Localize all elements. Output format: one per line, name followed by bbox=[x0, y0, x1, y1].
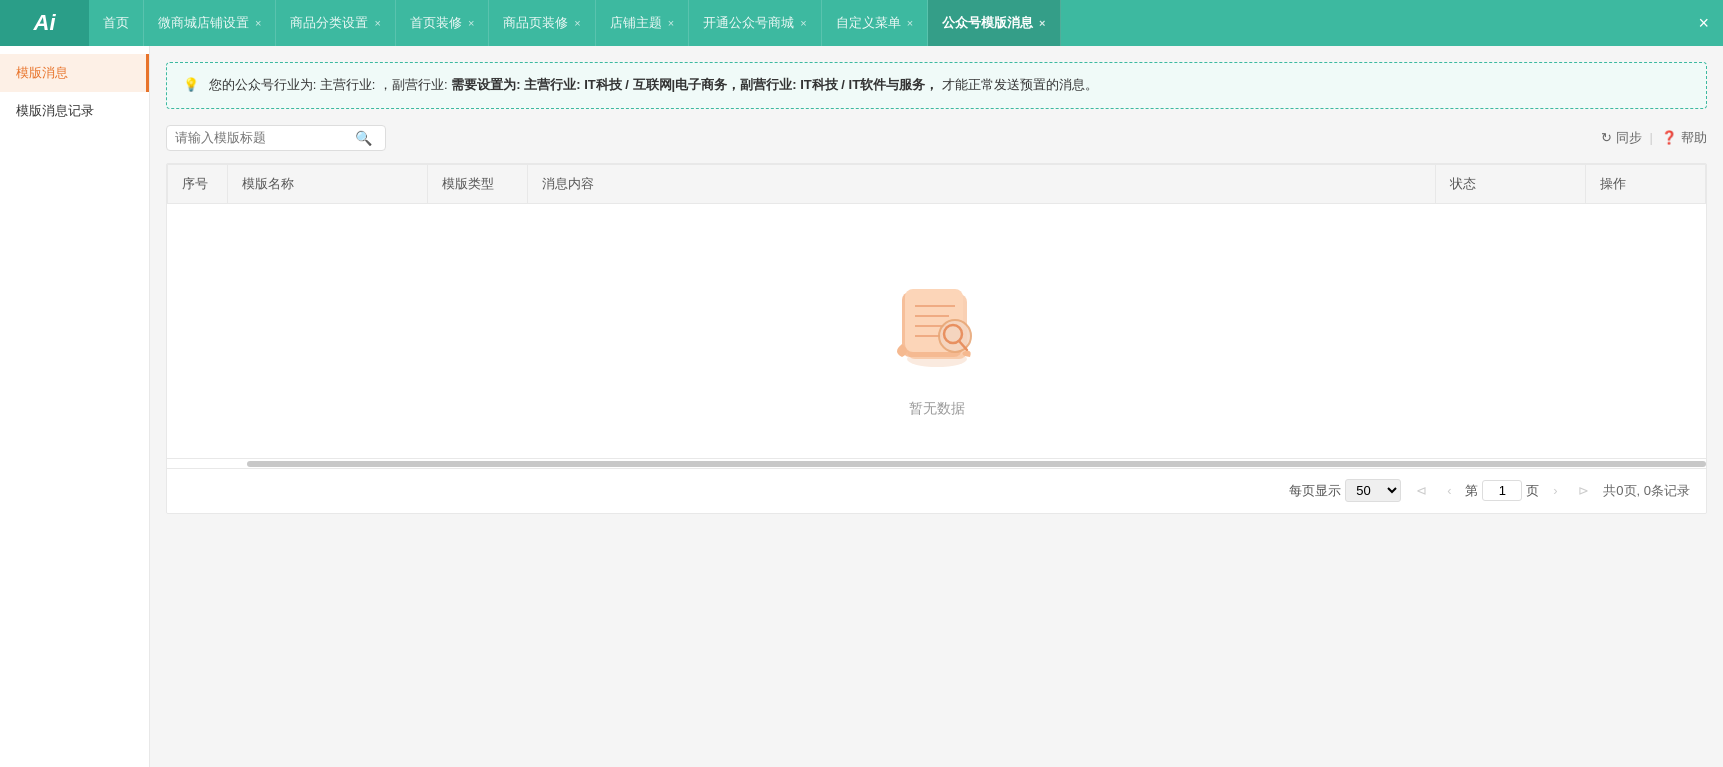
sidebar: 模版消息模版消息记录 bbox=[0, 46, 150, 767]
sidebar-item-template-record[interactable]: 模版消息记录 bbox=[0, 92, 149, 130]
page-label-suffix: 页 bbox=[1526, 482, 1539, 500]
empty-text: 暂无数据 bbox=[909, 400, 965, 418]
tab-close-icon[interactable]: × bbox=[907, 17, 913, 29]
prev-page-button[interactable]: ‹ bbox=[1437, 479, 1461, 503]
divider: | bbox=[1650, 130, 1653, 145]
page-number-input[interactable] bbox=[1482, 480, 1522, 501]
page-size-select: 每页显示 50 10 20 100 bbox=[1289, 479, 1401, 502]
tab-close-icon[interactable]: × bbox=[468, 17, 474, 29]
top-navigation: Ai 首页微商城店铺设置×商品分类设置×首页装修×商品页装修×店铺主题×开通公众… bbox=[0, 0, 1723, 46]
content-area: 💡 您的公众号行业为: 主营行业: ，副营行业: 需要设置为: 主营行业: IT… bbox=[150, 46, 1723, 767]
col-header-status: 状态 bbox=[1436, 164, 1586, 203]
per-page-label: 每页显示 bbox=[1289, 482, 1341, 500]
col-header-type: 模版类型 bbox=[428, 164, 528, 203]
toolbar: 🔍 ↻ 同步 | ❓ 帮助 bbox=[166, 125, 1707, 151]
info-banner: 💡 您的公众号行业为: 主营行业: ，副营行业: 需要设置为: 主营行业: IT… bbox=[166, 62, 1707, 109]
scrollbar-thumb[interactable] bbox=[247, 461, 1706, 467]
help-label: 帮助 bbox=[1681, 129, 1707, 147]
empty-icon bbox=[877, 264, 997, 384]
tab-close-icon[interactable]: × bbox=[800, 17, 806, 29]
nav-tab-product-category[interactable]: 商品分类设置× bbox=[276, 0, 395, 46]
tab-close-icon[interactable]: × bbox=[374, 17, 380, 29]
banner-prefix: 您的公众号行业为: 主营行业: ，副营行业: bbox=[209, 77, 452, 92]
data-table: 序号模版名称模版类型消息内容状态操作 bbox=[167, 164, 1706, 204]
sync-button[interactable]: ↻ 同步 bbox=[1601, 129, 1642, 147]
tab-close-icon[interactable]: × bbox=[668, 17, 674, 29]
app-logo: Ai bbox=[0, 0, 89, 46]
empty-state: 暂无数据 bbox=[167, 204, 1706, 458]
toolbar-right: ↻ 同步 | ❓ 帮助 bbox=[1601, 129, 1707, 147]
nav-tab-home-decor[interactable]: 首页装修× bbox=[396, 0, 489, 46]
next-page-button[interactable]: › bbox=[1543, 479, 1567, 503]
last-page-button[interactable]: ⊳ bbox=[1571, 479, 1595, 503]
search-icon[interactable]: 🔍 bbox=[355, 130, 372, 146]
help-button[interactable]: ❓ 帮助 bbox=[1661, 129, 1707, 147]
col-header-action: 操作 bbox=[1586, 164, 1706, 203]
tab-close-icon[interactable]: × bbox=[1039, 17, 1045, 29]
data-table-wrapper: 序号模版名称模版类型消息内容状态操作 bbox=[166, 163, 1707, 514]
page-label-prefix: 第 bbox=[1465, 482, 1478, 500]
nav-tab-custom-menu[interactable]: 自定义菜单× bbox=[822, 0, 928, 46]
nav-tab-list: 首页微商城店铺设置×商品分类设置×首页装修×商品页装修×店铺主题×开通公众号商城… bbox=[89, 0, 1684, 46]
nav-tab-open-mall[interactable]: 开通公众号商城× bbox=[689, 0, 821, 46]
nav-tab-product-decor[interactable]: 商品页装修× bbox=[489, 0, 595, 46]
banner-suffix: 才能正常发送预置的消息。 bbox=[942, 77, 1098, 92]
nav-tab-wechat-shop[interactable]: 微商城店铺设置× bbox=[144, 0, 276, 46]
sync-label: 同步 bbox=[1616, 129, 1642, 147]
table-header-row: 序号模版名称模版类型消息内容状态操作 bbox=[168, 164, 1706, 203]
search-input[interactable] bbox=[175, 130, 355, 145]
banner-highlight: 需要设置为: 主营行业: IT科技 / 互联网|电子商务，副营行业: IT科技 … bbox=[451, 77, 938, 92]
page-navigation: ⊲ ‹ 第 页 › ⊳ bbox=[1409, 479, 1595, 503]
help-icon: ❓ bbox=[1661, 130, 1677, 145]
tab-close-icon[interactable]: × bbox=[255, 17, 261, 29]
col-header-index: 序号 bbox=[168, 164, 228, 203]
pagination: 每页显示 50 10 20 100 ⊲ ‹ 第 页 › ⊳ bbox=[167, 468, 1706, 513]
main-layout: 模版消息模版消息记录 💡 您的公众号行业为: 主营行业: ，副营行业: 需要设置… bbox=[0, 46, 1723, 767]
per-page-dropdown[interactable]: 50 10 20 100 bbox=[1345, 479, 1401, 502]
search-box[interactable]: 🔍 bbox=[166, 125, 386, 151]
nav-tab-home[interactable]: 首页 bbox=[89, 0, 144, 46]
col-header-content: 消息内容 bbox=[528, 164, 1436, 203]
table-scrollbar[interactable] bbox=[167, 458, 1706, 468]
table-header: 序号模版名称模版类型消息内容状态操作 bbox=[168, 164, 1706, 203]
bulb-icon: 💡 bbox=[183, 77, 199, 92]
sync-icon: ↻ bbox=[1601, 130, 1612, 145]
tab-close-icon[interactable]: × bbox=[574, 17, 580, 29]
col-header-name: 模版名称 bbox=[228, 164, 428, 203]
nav-tab-template-msg[interactable]: 公众号模版消息× bbox=[928, 0, 1060, 46]
sidebar-item-template-msg[interactable]: 模版消息 bbox=[0, 54, 149, 92]
total-info: 共0页, 0条记录 bbox=[1603, 482, 1690, 500]
first-page-button[interactable]: ⊲ bbox=[1409, 479, 1433, 503]
nav-tab-shop-theme[interactable]: 店铺主题× bbox=[596, 0, 689, 46]
close-all-button[interactable]: × bbox=[1684, 0, 1723, 46]
